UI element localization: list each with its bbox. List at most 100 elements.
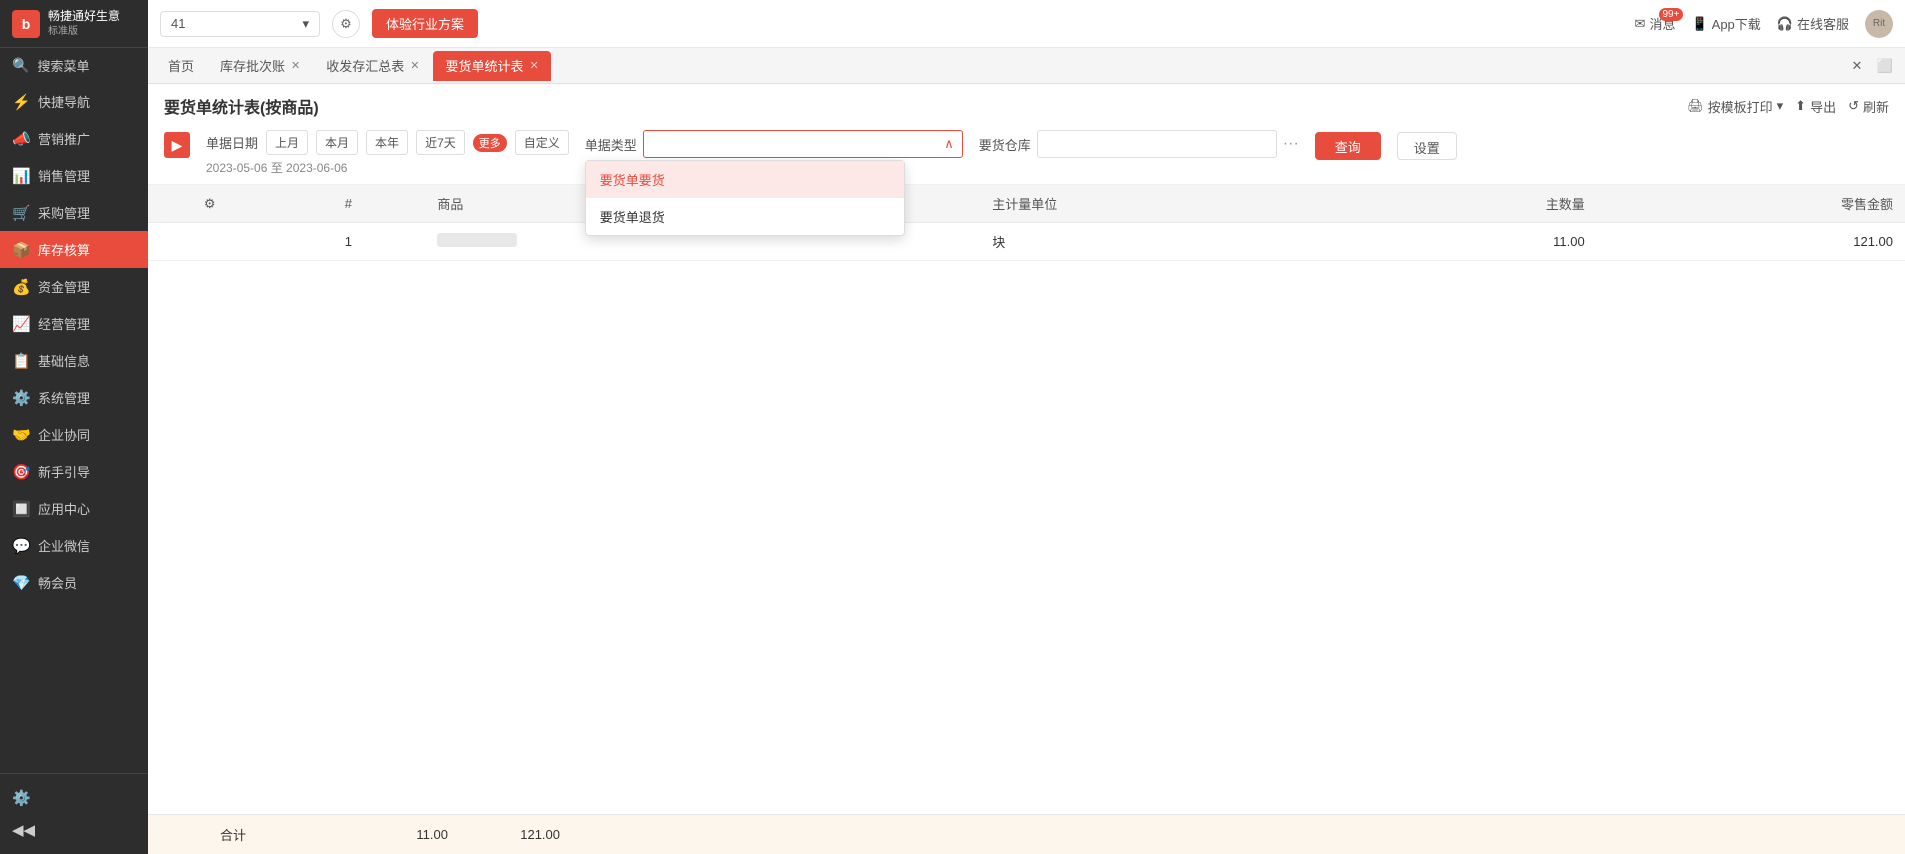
sidebar-item-sales[interactable]: 📊 销售管理 <box>0 157 148 194</box>
td-num: 1 <box>271 223 425 261</box>
company-selector[interactable]: 41 ▾ <box>160 11 320 37</box>
sidebar-collapse-btn[interactable]: ◀◀ <box>0 814 148 846</box>
sales-icon: 📊 <box>12 167 30 185</box>
footer-amount: 121.00 <box>460 827 560 842</box>
header-gear-button[interactable]: ⚙ <box>332 10 360 38</box>
dropdown-item-order-return[interactable]: 要货单退货 <box>586 198 904 235</box>
dropdown-item-order-purchase[interactable]: 要货单要货 <box>586 161 904 198</box>
marketing-icon: 📣 <box>12 130 30 148</box>
gear-icon: ⚙ <box>340 16 352 32</box>
basic-info-icon: 📋 <box>12 352 30 370</box>
warehouse-filter-group: 要货仓库 ··· <box>979 130 1299 158</box>
sidebar-item-quick-nav[interactable]: ⚡ 快捷导航 <box>0 83 148 120</box>
avatar[interactable]: Rit <box>1865 10 1893 38</box>
date-custom-btn[interactable]: 自定义 <box>515 130 569 155</box>
refresh-btn[interactable]: ↺ 刷新 <box>1848 97 1889 116</box>
sidebar-item-wechat[interactable]: 💬 企业微信 <box>0 527 148 564</box>
query-button[interactable]: 查询 <box>1315 132 1381 160</box>
tab-actions: ✕ ⬜ <box>1845 54 1897 78</box>
export-btn[interactable]: ⬆ 导出 <box>1795 97 1836 116</box>
print-icon: 🖨 <box>1687 98 1704 114</box>
close-tab-receive-summary[interactable]: ✕ <box>410 59 419 72</box>
date-range-text: 2023-05-06 至 2023-06-06 <box>206 159 569 176</box>
date-label: 单据日期 <box>206 133 258 152</box>
trial-btn[interactable]: 体验行业方案 <box>372 9 478 38</box>
sidebar-item-enterprise[interactable]: 🤝 企业协同 <box>0 416 148 453</box>
sys-icon: ⚙️ <box>12 389 30 407</box>
td-amount: 121.00 <box>1597 223 1905 261</box>
close-tab-inventory-batch[interactable]: ✕ <box>291 59 300 72</box>
online-service-button[interactable]: 🎧 在线客服 <box>1777 14 1849 33</box>
tab-maximize-btn[interactable]: ⬜ <box>1873 54 1897 78</box>
date-btn-this-year[interactable]: 本年 <box>366 130 408 155</box>
dropdown-arrow-icon: ▾ <box>302 16 309 32</box>
tab-order-summary[interactable]: 要货单统计表 ✕ <box>433 51 550 81</box>
type-input[interactable] <box>652 137 944 152</box>
app-download-button[interactable]: 📱 App下载 <box>1691 14 1760 33</box>
sidebar-item-search[interactable]: 🔍 搜索菜单 <box>0 48 148 83</box>
tab-close-all-btn[interactable]: ✕ <box>1845 54 1869 78</box>
close-tab-order-summary[interactable]: ✕ <box>530 59 539 72</box>
sidebar-logo: b 畅捷通好生意 标准版 <box>0 0 148 48</box>
sidebar-settings-btn[interactable]: ⚙️ <box>0 782 148 814</box>
messages-badge: 99+ <box>1659 8 1684 21</box>
type-label: 单据类型 <box>585 135 637 154</box>
messages-button[interactable]: ✉ 消息 99+ <box>1635 14 1676 33</box>
message-icon: ✉ <box>1635 16 1646 32</box>
title-actions: 🖨 按模板打印 ▾ ⬆ 导出 ↺ 刷新 <box>1687 97 1889 116</box>
inventory-icon: 📦 <box>12 241 30 259</box>
table-footer: 合计 11.00 121.00 <box>148 814 1905 854</box>
beginner-icon: 🎯 <box>12 463 30 481</box>
sidebar-item-beginner[interactable]: 🎯 新手引导 <box>0 453 148 490</box>
date-btn-last-month[interactable]: 上月 <box>266 130 308 155</box>
warehouse-label: 要货仓库 <box>979 135 1031 154</box>
td-gear <box>148 223 271 261</box>
sidebar-item-inventory[interactable]: 📦 库存核算 <box>0 231 148 268</box>
sidebar-item-finance[interactable]: 💰 资金管理 <box>0 268 148 305</box>
warehouse-more-btn[interactable]: ··· <box>1283 135 1299 153</box>
download-icon: 📱 <box>1691 16 1707 32</box>
table-header-row: ⚙ # 商品 主计量单位 主数量 零售金额 <box>148 185 1905 223</box>
ops-icon: 📈 <box>12 315 30 333</box>
sidebar-item-sys[interactable]: ⚙️ 系统管理 <box>0 379 148 416</box>
finance-icon: 💰 <box>12 278 30 296</box>
refresh-icon: ↺ <box>1848 98 1859 114</box>
data-table: ⚙ # 商品 主计量单位 主数量 零售金额 1 <box>148 185 1905 261</box>
sidebar-bottom: ⚙️ ◀◀ <box>0 773 148 854</box>
enterprise-icon: 🤝 <box>12 426 30 444</box>
vip-icon: 💎 <box>12 574 30 592</box>
date-more-btn[interactable]: 更多 <box>473 134 507 152</box>
type-dropdown-menu: 要货单要货 要货单退货 <box>585 160 905 236</box>
sidebar-item-marketing[interactable]: 📣 营销推广 <box>0 120 148 157</box>
sidebar-item-basic-info[interactable]: 📋 基础信息 <box>0 342 148 379</box>
tab-receive-summary[interactable]: 收发存汇总表 ✕ <box>314 51 431 81</box>
print-dropdown-icon: ▾ <box>1777 98 1784 114</box>
type-dropdown-arrow-icon[interactable]: ∧ <box>944 136 954 152</box>
tab-inventory-batch[interactable]: 库存批次账 ✕ <box>208 51 312 81</box>
main-area: 41 ▾ ⚙ 体验行业方案 ✉ 消息 99+ 📱 App下载 🎧 在线客服 <box>148 0 1905 854</box>
filter-toggle-btn[interactable]: ▶ <box>164 132 190 158</box>
table-gear-icon: ⚙ <box>204 196 216 211</box>
sidebar-item-ops[interactable]: 📈 经营管理 <box>0 305 148 342</box>
print-template-btn[interactable]: 🖨 按模板打印 ▾ <box>1687 97 1783 116</box>
table-container: ⚙ # 商品 主计量单位 主数量 零售金额 1 <box>148 185 1905 814</box>
header-left: 41 ▾ ⚙ 体验行业方案 <box>160 9 478 38</box>
settings-icon: ⚙️ <box>12 789 31 807</box>
warehouse-input[interactable] <box>1037 130 1277 158</box>
th-gear[interactable]: ⚙ <box>148 185 271 223</box>
sidebar: b 畅捷通好生意 标准版 🔍 搜索菜单 ⚡ 快捷导航 📣 营销推广 📊 销售管理… <box>0 0 148 854</box>
sidebar-item-purchase[interactable]: 🛒 采购管理 <box>0 194 148 231</box>
page-title: 要货单统计表(按商品) <box>164 94 319 118</box>
tab-home[interactable]: 首页 <box>156 51 206 81</box>
type-input-box[interactable]: ∧ <box>643 130 963 158</box>
date-btn-last-7days[interactable]: 近7天 <box>416 130 465 155</box>
date-btn-this-month[interactable]: 本月 <box>316 130 358 155</box>
table-row: 1 块 11.00 121.00 <box>148 223 1905 261</box>
td-qty: 11.00 <box>1288 223 1596 261</box>
sidebar-item-app-center[interactable]: 🔲 应用中心 <box>0 490 148 527</box>
settings-button[interactable]: 设置 <box>1397 132 1457 160</box>
date-filter-group: 单据日期 上月 本月 本年 近7天 更多 自定义 2023-05-06 至 20… <box>206 130 569 176</box>
tab-bar: 首页 库存批次账 ✕ 收发存汇总表 ✕ 要货单统计表 ✕ ✕ ⬜ <box>148 48 1905 84</box>
company-num: 41 <box>171 16 185 31</box>
sidebar-item-vip[interactable]: 💎 畅会员 <box>0 564 148 601</box>
